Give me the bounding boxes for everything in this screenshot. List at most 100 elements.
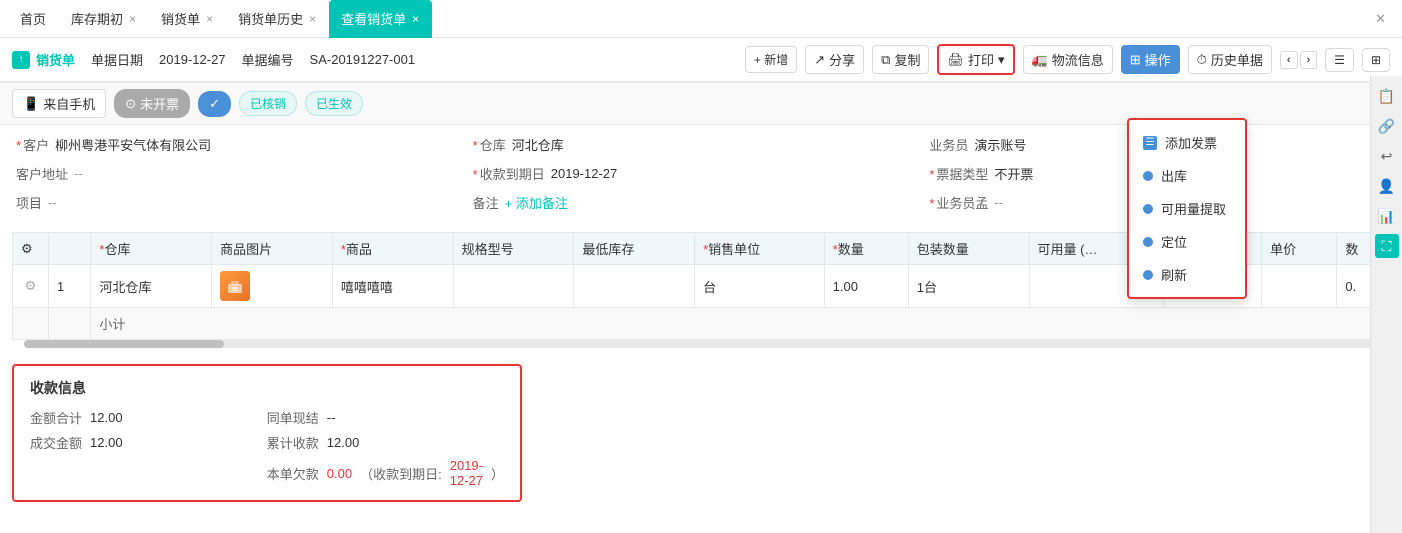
confirmed-btn[interactable]: ✓	[198, 91, 231, 117]
tab-bar: 首页 库存期初 × 销货单 × 销货单历史 × 查看销货单 × ✕	[0, 0, 1402, 38]
operation-btn[interactable]: ⊞ 操作	[1121, 45, 1180, 74]
col-product: *商品	[332, 233, 453, 265]
sidebar-icon-3[interactable]: 👤	[1375, 174, 1399, 198]
col-spec: 规格型号	[453, 233, 574, 265]
new-btn[interactable]: + 新增	[745, 46, 797, 73]
tab-view-sales[interactable]: 查看销货单 ×	[329, 0, 432, 38]
row-no: 1	[49, 265, 91, 308]
add-note-btn[interactable]: + 添加备注	[505, 193, 568, 212]
prev-btn[interactable]: ‹	[1280, 51, 1298, 69]
grid-icon: ⊞	[1130, 52, 1141, 68]
copy-icon: ⧉	[881, 52, 890, 68]
doc-header: ↑ 销货单 单据日期 2019-12-27 单据编号 SA-20191227-0…	[0, 38, 1402, 82]
status-effective-tag: 已生效	[305, 91, 363, 116]
tab-inventory-init[interactable]: 库存期初 ×	[59, 0, 149, 38]
warehouse-value: 河北仓库	[512, 135, 564, 154]
warehouse-field: *仓库 河北仓库	[473, 135, 930, 154]
address-value: --	[74, 166, 83, 181]
share-btn[interactable]: ↗ 分享	[805, 45, 864, 74]
ticket-type-value: 不开票	[994, 164, 1033, 183]
ship-out-icon	[1143, 171, 1153, 181]
address-field: 客户地址 --	[16, 164, 473, 183]
next-btn[interactable]: ›	[1300, 51, 1318, 69]
row-sales-unit: 台	[695, 265, 825, 308]
doc-title: ↑ 销货单	[12, 50, 75, 69]
staff-label: 业务员	[929, 135, 968, 154]
horizontal-scrollbar[interactable]	[24, 340, 1378, 348]
row-spec	[453, 265, 574, 308]
total-amount-value: 12.00	[90, 410, 123, 425]
deal-amount-value: 12.00	[90, 435, 123, 450]
tab-sales-order-close[interactable]: ×	[206, 12, 213, 26]
history-icon: ⏱	[1197, 52, 1207, 68]
due-date-field: *收款到期日 2019-12-27	[473, 164, 930, 183]
doc-number-value: SA-20191227-001	[310, 52, 416, 67]
pending-icon: ⊙	[125, 96, 136, 112]
add-invoice-icon: ☰	[1143, 136, 1157, 150]
subtotal-gear	[13, 308, 49, 340]
col-product-img: 商品图片	[212, 233, 333, 265]
doc-meta: 单据日期 2019-12-27 单据编号 SA-20191227-001	[91, 50, 415, 69]
same-order-row: 同单现结 --	[267, 408, 504, 427]
tab-sales-history-close[interactable]: ×	[309, 12, 316, 26]
customer-field: *客户 柳州粤港平安气体有限公司	[16, 135, 473, 154]
history-btn[interactable]: ⏱ 历史单据	[1188, 45, 1272, 74]
from-phone-btn[interactable]: 📱 来自手机	[12, 89, 106, 118]
scroll-thumb[interactable]	[24, 340, 224, 348]
print-dropdown-arrow: ▾	[998, 52, 1005, 68]
sidebar-icon-0[interactable]: 📋	[1375, 84, 1399, 108]
add-invoice-item[interactable]: ☰ 添加发票	[1129, 126, 1245, 159]
address-label: 客户地址	[16, 164, 68, 183]
customer-label: *客户	[16, 135, 49, 154]
ticket-type-label: *票据类型	[929, 164, 988, 183]
total-amount-row: 金额合计 12.00	[30, 408, 267, 427]
check-icon: ✓	[209, 96, 220, 112]
due-date-label: *收款到期日	[473, 164, 545, 183]
status-sold-tag: 已核销	[239, 91, 297, 116]
row-unit-price	[1262, 265, 1337, 308]
subtotal-row: 小计	[13, 308, 1390, 340]
summary-title: 收款信息	[30, 378, 504, 398]
locate-icon	[1143, 237, 1153, 247]
staff-value: 演示账号	[974, 135, 1026, 154]
view-grid-btn[interactable]: ⊞	[1362, 48, 1390, 72]
print-btn[interactable]: 🖨 打印 ▾	[937, 44, 1014, 75]
col-no	[49, 233, 91, 265]
nav-arrows: ‹ ›	[1280, 51, 1317, 69]
cumulative-value: 12.00	[327, 435, 360, 450]
view-list-btn[interactable]: ☰	[1325, 48, 1354, 72]
locate-item[interactable]: 定位	[1129, 225, 1245, 258]
row-warehouse: 河北仓库	[91, 265, 212, 308]
due-amount-label: 本单欠款	[267, 464, 319, 483]
col-quantity: *数量	[824, 233, 908, 265]
quantity-extract-item[interactable]: 可用量提取	[1129, 192, 1245, 225]
row-product-img	[212, 265, 333, 308]
tab-home[interactable]: 首页	[8, 0, 59, 38]
warehouse-label: *仓库	[473, 135, 506, 154]
phone-icon: 📱	[23, 96, 39, 112]
ship-out-item[interactable]: 出库	[1129, 159, 1245, 192]
tab-inventory-init-close[interactable]: ×	[129, 12, 136, 26]
col-unit-price: 单价	[1262, 233, 1337, 265]
sidebar-icon-5[interactable]: ⛶	[1375, 234, 1399, 258]
customer-value: 柳州粤港平安气体有限公司	[55, 135, 211, 154]
sidebar-icon-2[interactable]: ↩	[1375, 144, 1399, 168]
project-value: --	[48, 195, 57, 210]
project-label: 项目	[16, 193, 42, 212]
window-close-btn[interactable]: ✕	[1367, 11, 1394, 27]
logistics-btn[interactable]: 🚛 物流信息	[1023, 45, 1113, 74]
deal-amount-row: 成交金额 12.00	[30, 433, 267, 452]
sidebar-icon-1[interactable]: 🔗	[1375, 114, 1399, 138]
subtotal-label: 小计	[91, 308, 1390, 340]
main-content: ↑ 销货单 单据日期 2019-12-27 单据编号 SA-20191227-0…	[0, 38, 1402, 533]
copy-btn[interactable]: ⧉ 复制	[872, 45, 929, 74]
tab-sales-history[interactable]: 销货单历史 ×	[226, 0, 329, 38]
row-min-stock	[574, 265, 695, 308]
pending-invoice-btn[interactable]: ⊙ 未开票	[114, 89, 190, 118]
sidebar-icon-4[interactable]: 📊	[1375, 204, 1399, 228]
row-quantity: 1.00	[824, 265, 908, 308]
refresh-item[interactable]: 刷新	[1129, 258, 1245, 291]
tab-sales-order[interactable]: 销货单 ×	[149, 0, 226, 38]
tab-view-sales-close[interactable]: ×	[412, 12, 419, 26]
salesperson-value: --	[994, 195, 1003, 210]
